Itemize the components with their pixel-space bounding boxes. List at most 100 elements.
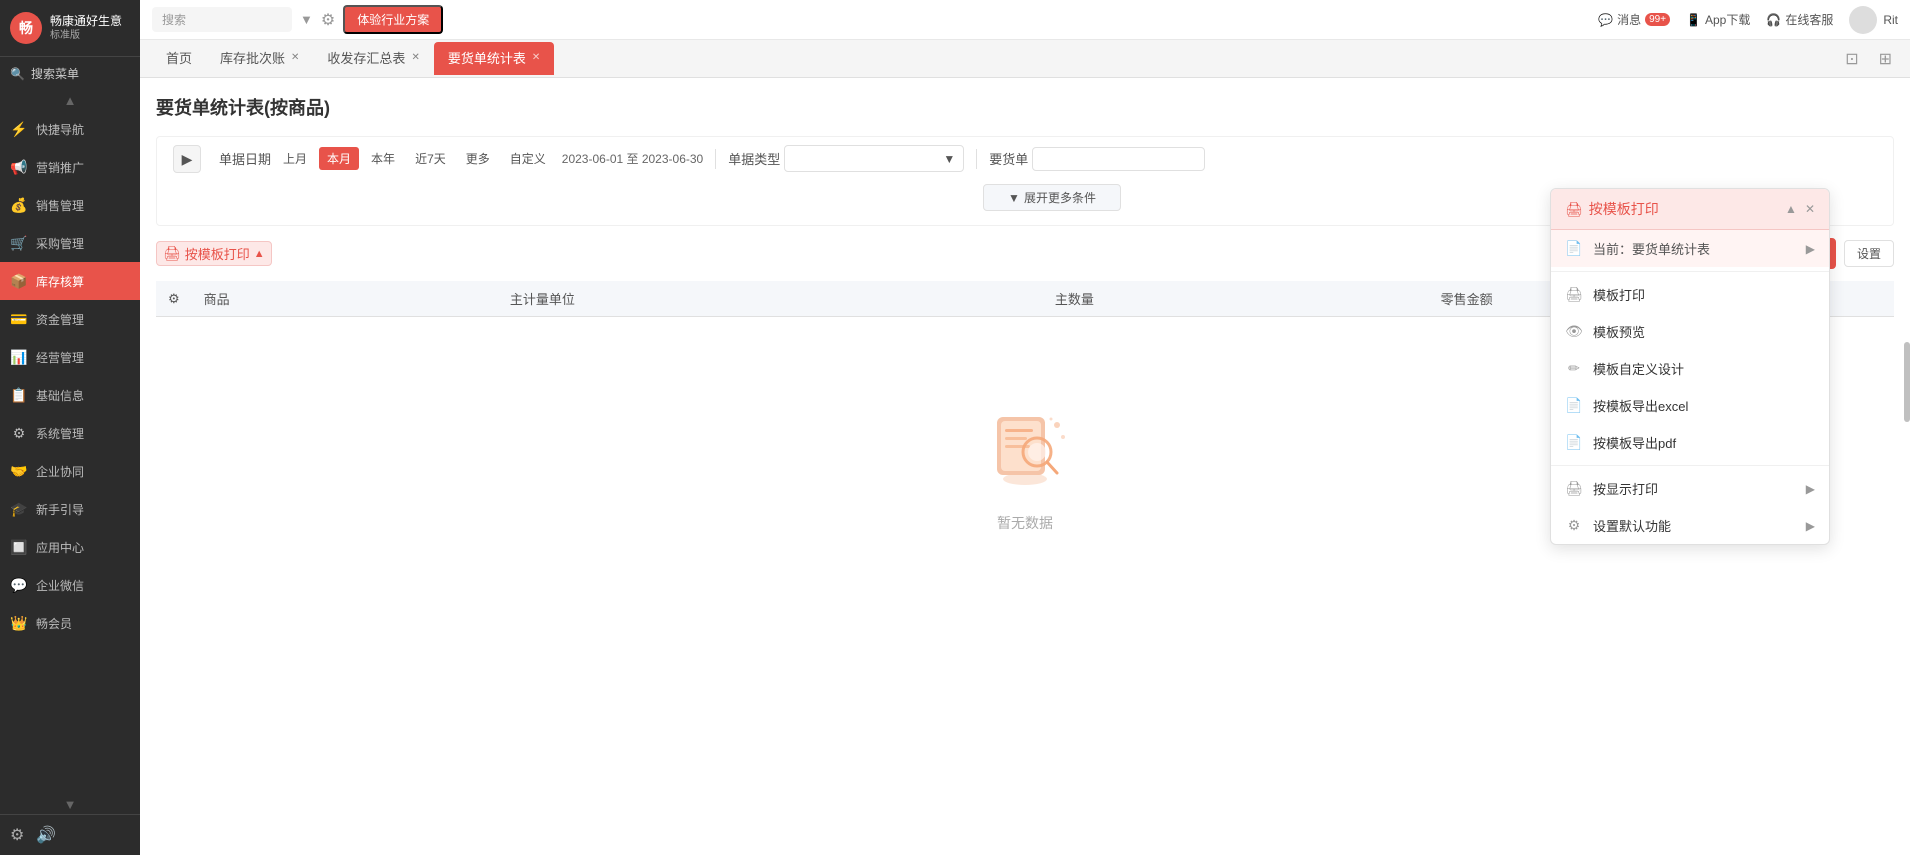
date-current-year[interactable]: 本年 <box>363 147 403 170</box>
require-goods-input[interactable] <box>1032 147 1205 171</box>
app-name: 畅康通好生意 标准版 <box>50 14 122 43</box>
message-label: 消息 <box>1617 11 1641 28</box>
online-service-icon: 🎧 <box>1766 13 1781 27</box>
online-service-btn[interactable]: 🎧 在线客服 <box>1766 11 1833 28</box>
sidebar-item-basic-info[interactable]: 📋 基础信息 <box>0 376 140 414</box>
marketing-icon: 📢 <box>10 158 28 176</box>
enterprise-wechat-icon: 💬 <box>10 576 28 594</box>
print-dropdown: 🖨 按模板打印 ▲ ✕ 📄 当前：要货单统计表 ▶ 🖨 模板打印 <box>1550 188 1830 545</box>
sidebar-item-label: 快捷导航 <box>36 121 84 138</box>
tab-batch-account-close[interactable]: ✕ <box>291 52 299 63</box>
filter-expand-btn[interactable]: ▶ <box>173 145 201 173</box>
set-default-arrow: ▶ <box>1806 519 1815 533</box>
sidebar-logo[interactable]: 畅 畅康通好生意 标准版 <box>0 0 140 57</box>
col-unit: 主计量单位 <box>498 281 1043 317</box>
template-export-excel-icon: 📄 <box>1565 397 1583 414</box>
operation-icon: 📊 <box>10 348 28 366</box>
sidebar-item-purchase[interactable]: 🛒 采购管理 <box>0 224 140 262</box>
date-last7[interactable]: 近7天 <box>407 147 454 170</box>
enterprise-icon: 🤝 <box>10 462 28 480</box>
app-download-icon: 📱 <box>1686 13 1701 27</box>
system-icon: ⚙ <box>10 424 28 442</box>
date-prev-month[interactable]: 上月 <box>275 147 315 170</box>
sidebar-item-label: 库存核算 <box>36 273 84 290</box>
sidebar-item-system[interactable]: ⚙ 系统管理 <box>0 414 140 452</box>
sidebar-item-marketing[interactable]: 📢 营销推广 <box>0 148 140 186</box>
topbar-chevron-icon[interactable]: ▼ <box>300 12 313 27</box>
template-preview-label: 模板预览 <box>1593 322 1645 341</box>
current-template-arrow: ▶ <box>1806 242 1815 256</box>
sidebar: 畅 畅康通好生意 标准版 🔍 搜索菜单 ▲ ⚡ 快捷导航 📢 营销推广 💰 销售… <box>0 0 140 855</box>
doc-type-select[interactable]: ▼ <box>784 145 964 172</box>
col-goods: 商品 <box>192 281 498 317</box>
print-dropdown-up-arrow[interactable]: ▲ <box>1785 202 1797 216</box>
template-design-item[interactable]: ✏ 模板自定义设计 <box>1551 350 1829 387</box>
template-preview-icon: 👁 <box>1565 323 1583 340</box>
tabbar-right: ⊡ ⊞ <box>1839 47 1898 71</box>
template-export-excel-item[interactable]: 📄 按模板导出excel <box>1551 387 1829 424</box>
print-dropdown-close[interactable]: ✕ <box>1805 202 1815 216</box>
basic-info-icon: 📋 <box>10 386 28 404</box>
date-more[interactable]: 更多 <box>458 147 498 170</box>
sidebar-item-member[interactable]: 👑 畅会员 <box>0 604 140 642</box>
tab-collection-summary[interactable]: 收发存汇总表 ✕ <box>313 42 433 75</box>
tab-collection-summary-close[interactable]: ✕ <box>411 52 419 63</box>
tab-expand-icon[interactable]: ⊞ <box>1873 47 1898 71</box>
audio-bottom-icon[interactable]: 🔊 <box>36 825 56 845</box>
sidebar-item-quick-nav[interactable]: ⚡ 快捷导航 <box>0 110 140 148</box>
require-goods-label: 要货单 <box>989 149 1028 168</box>
tab-batch-account[interactable]: 库存批次账 ✕ <box>206 42 313 75</box>
sidebar-scroll-down[interactable]: ▼ <box>0 794 140 814</box>
expand-more-btn[interactable]: ▼ 展开更多条件 <box>983 184 1121 211</box>
sidebar-item-label: 营销推广 <box>36 159 84 176</box>
sidebar-item-enterprise-wechat[interactable]: 💬 企业微信 <box>0 566 140 604</box>
search-menu[interactable]: 🔍 搜索菜单 <box>0 57 140 90</box>
sidebar-item-operation[interactable]: 📊 经营管理 <box>0 338 140 376</box>
user-section[interactable]: Rit <box>1849 6 1898 34</box>
display-print-item[interactable]: 🖨 按显示打印 ▶ <box>1551 470 1829 507</box>
divider-1 <box>1551 271 1829 272</box>
app-download-btn[interactable]: 📱 App下载 <box>1686 11 1750 28</box>
page-content: 要货单统计表(按商品) ▶ 单据日期 上月 本月 本年 近7天 更多 自定义 2… <box>140 78 1910 855</box>
template-preview-item[interactable]: 👁 模板预览 <box>1551 313 1829 350</box>
settings-btn[interactable]: 设置 <box>1844 240 1894 267</box>
inventory-icon: 📦 <box>10 272 28 290</box>
newbie-icon: 🎓 <box>10 500 28 518</box>
settings-col-icon[interactable]: ⚙ <box>168 291 180 306</box>
current-template-label: 当前：要货单统计表 <box>1593 239 1710 258</box>
sidebar-scroll-up[interactable]: ▲ <box>0 90 140 110</box>
user-name: Rit <box>1883 13 1898 27</box>
topbar-gear-icon[interactable]: ⚙ <box>321 10 335 30</box>
display-print-icon: 🖨 <box>1565 480 1583 497</box>
print-dropdown-actions: ▲ ✕ <box>1785 202 1815 216</box>
app-center-icon: 🔲 <box>10 538 28 556</box>
set-default-item[interactable]: ⚙ 设置默认功能 ▶ <box>1551 507 1829 544</box>
template-export-pdf-item[interactable]: 📄 按模板导出pdf <box>1551 424 1829 461</box>
expand-more-icon: ▼ <box>1008 191 1020 205</box>
tab-order-stats[interactable]: 要货单统计表 ✕ <box>434 42 554 75</box>
sidebar-item-finance[interactable]: 💳 资金管理 <box>0 300 140 338</box>
sidebar-item-sales[interactable]: 💰 销售管理 <box>0 186 140 224</box>
date-custom[interactable]: 自定义 <box>502 147 554 170</box>
doc-type-value <box>793 150 805 167</box>
settings-bottom-icon[interactable]: ⚙ <box>10 825 24 845</box>
print-btn-group-active[interactable]: 🖨 按模板打印 ▲ <box>156 241 272 266</box>
sidebar-bottom: ⚙ 🔊 <box>0 814 140 855</box>
scroll-indicator[interactable] <box>1904 342 1910 422</box>
tab-collapse-icon[interactable]: ⊡ <box>1839 47 1864 71</box>
sidebar-item-inventory[interactable]: 📦 库存核算 <box>0 262 140 300</box>
topbar-right: 💬 消息 99+ 📱 App下载 🎧 在线客服 Rit <box>1598 6 1898 34</box>
current-template-item[interactable]: 📄 当前：要货单统计表 ▶ <box>1551 230 1829 267</box>
topbar-search-box[interactable]: 搜索 <box>152 7 292 32</box>
date-current-month[interactable]: 本月 <box>319 147 359 170</box>
sidebar-item-app-center[interactable]: 🔲 应用中心 <box>0 528 140 566</box>
template-print-item[interactable]: 🖨 模板打印 <box>1551 276 1829 313</box>
tab-home[interactable]: 首页 <box>152 42 206 75</box>
avatar <box>1849 6 1877 34</box>
page-title: 要货单统计表(按商品) <box>156 94 1894 120</box>
message-btn[interactable]: 💬 消息 99+ <box>1598 11 1670 28</box>
sidebar-item-enterprise[interactable]: 🤝 企业协同 <box>0 452 140 490</box>
trial-btn[interactable]: 体验行业方案 <box>343 5 443 34</box>
sidebar-item-newbie[interactable]: 🎓 新手引导 <box>0 490 140 528</box>
tab-order-stats-close[interactable]: ✕ <box>532 52 540 63</box>
